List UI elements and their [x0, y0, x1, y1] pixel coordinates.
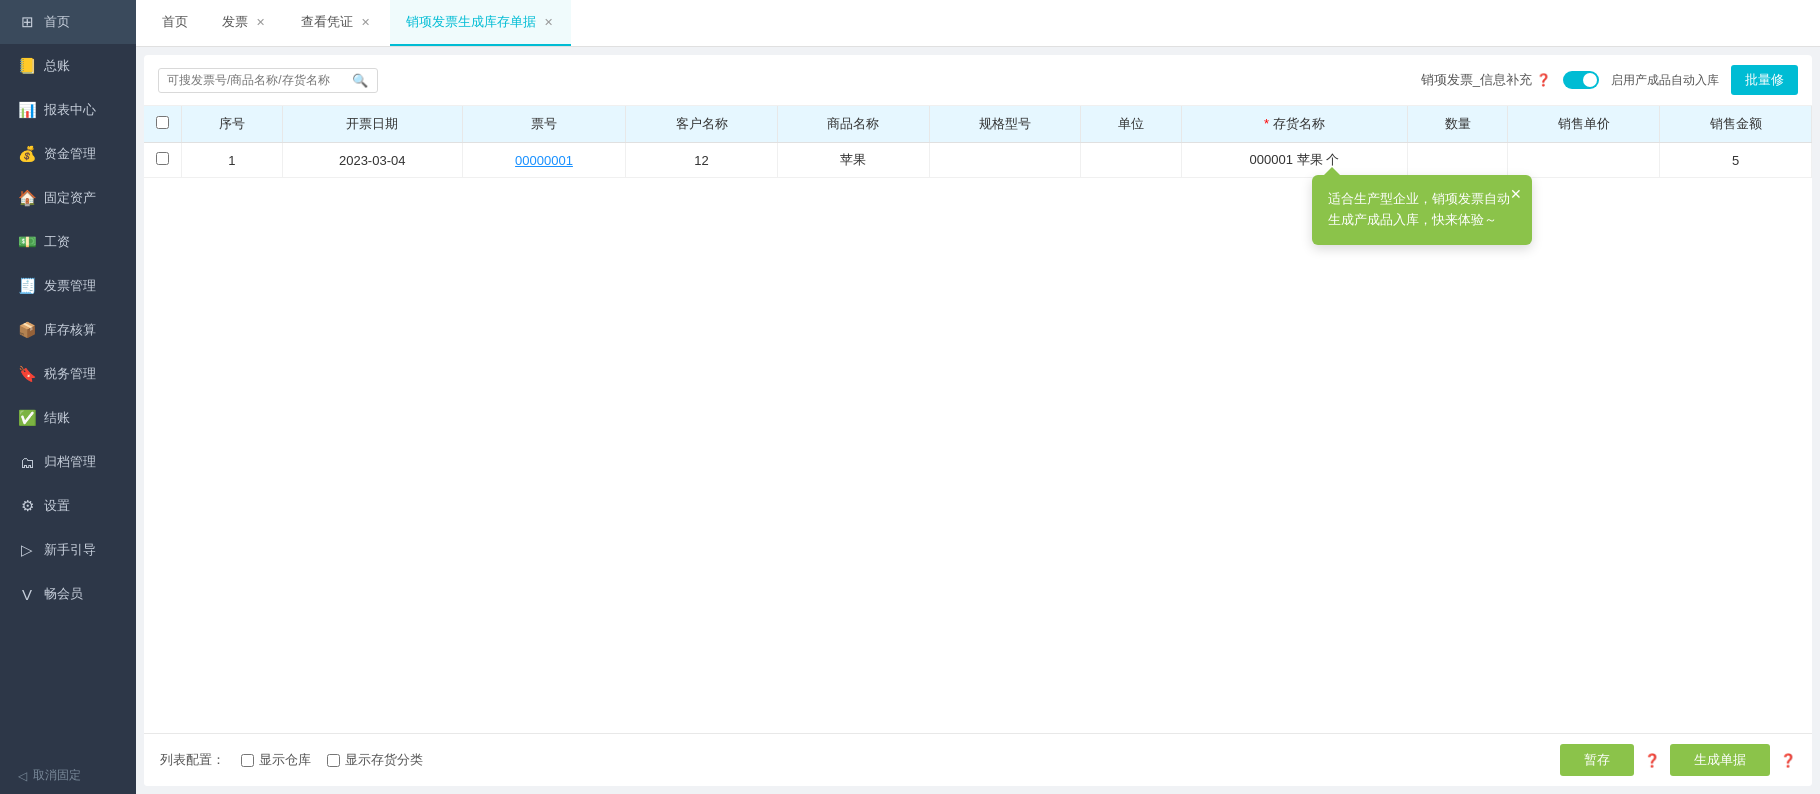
toolbar-right: 销项发票_信息补充 ❓ 启用产成品自动入库 批量修 — [1421, 65, 1798, 95]
config-label: 列表配置： — [160, 751, 225, 769]
row-open-date: 2023-03-04 — [282, 143, 462, 178]
tooltip-text: 适合生产型企业，销项发票自动生成产成品入库，快来体验～ — [1328, 191, 1510, 227]
col-spec: 规格型号 — [929, 106, 1081, 143]
sidebar-item-invoice[interactable]: 🧾 发票管理 — [0, 264, 136, 308]
sidebar-item-close[interactable]: ✅ 结账 — [0, 396, 136, 440]
archive-icon: 🗂 — [18, 454, 36, 471]
tooltip-popup: ✕ 适合生产型企业，销项发票自动生成产成品入库，快来体验～ — [1312, 175, 1532, 245]
toggle-label: 启用产成品自动入库 — [1611, 72, 1719, 89]
content-area: 🔍 销项发票_信息补充 ❓ 启用产成品自动入库 批量修 — [144, 55, 1812, 786]
col-quantity: 数量 — [1407, 106, 1508, 143]
col-customer: 客户名称 — [626, 106, 778, 143]
tab-home[interactable]: 首页 — [146, 0, 204, 46]
sidebar-item-inventory[interactable]: 📦 库存核算 — [0, 308, 136, 352]
search-box[interactable]: 🔍 — [158, 68, 378, 93]
ledger-icon: 📒 — [18, 57, 36, 75]
table-header-row: 序号 开票日期 票号 客户名称 商品名称 规格型号 单位 存货名称 数量 销售单… — [144, 106, 1812, 143]
show-category-checkbox[interactable] — [327, 754, 340, 767]
close-accounts-icon: ✅ — [18, 409, 36, 427]
info-help-icon[interactable]: ❓ — [1536, 73, 1551, 87]
table-body: 1 2023-03-04 00000001 12 苹果 000001 苹果 个 … — [144, 143, 1812, 178]
tab-active-close[interactable]: ✕ — [542, 15, 555, 30]
ticket-no-link[interactable]: 00000001 — [515, 153, 573, 168]
col-ticket-no: 票号 — [462, 106, 625, 143]
sidebar-item-fund[interactable]: 💰 资金管理 — [0, 132, 136, 176]
tab-active[interactable]: 销项发票生成库存单据 ✕ — [390, 0, 571, 46]
tab-invoice-close[interactable]: ✕ — [254, 15, 267, 30]
header-checkbox-col — [144, 106, 182, 143]
generate-button[interactable]: 生成单据 — [1670, 744, 1770, 776]
col-unit: 单位 — [1081, 106, 1182, 143]
row-amount: 5 — [1660, 143, 1812, 178]
tab-bar: 首页 发票 ✕ 查看凭证 ✕ 销项发票生成库存单据 ✕ — [136, 0, 1820, 47]
home-icon: ⊞ — [18, 13, 36, 31]
sidebar-item-payroll[interactable]: 💵 工资 — [0, 220, 136, 264]
inventory-icon: 📦 — [18, 321, 36, 339]
member-icon: V — [18, 586, 36, 603]
save-button[interactable]: 暂存 — [1560, 744, 1634, 776]
tooltip-close-button[interactable]: ✕ — [1510, 183, 1522, 205]
row-unit-price — [1508, 143, 1660, 178]
unpin-button[interactable]: ◁ 取消固定 — [0, 757, 136, 794]
sidebar-item-settings[interactable]: ⚙ 设置 — [0, 484, 136, 528]
select-all-checkbox[interactable] — [156, 116, 169, 129]
sidebar-item-tax[interactable]: 🔖 税务管理 — [0, 352, 136, 396]
show-warehouse-checkbox[interactable] — [241, 754, 254, 767]
row-inventory: 000001 苹果 个 — [1181, 143, 1407, 178]
sidebar: ⊞ 首页 📒 总账 📊 报表中心 💰 资金管理 🏠 固定资产 💵 工资 🧾 发票… — [0, 0, 136, 794]
tab-invoice[interactable]: 发票 ✕ — [206, 0, 283, 46]
row-customer: 12 — [626, 143, 778, 178]
generate-help-icon[interactable]: ❓ — [1780, 753, 1796, 768]
col-inventory: 存货名称 — [1181, 106, 1407, 143]
row-checkbox-cell — [144, 143, 182, 178]
tab-voucher[interactable]: 查看凭证 ✕ — [285, 0, 388, 46]
report-icon: 📊 — [18, 101, 36, 119]
main-area: 首页 发票 ✕ 查看凭证 ✕ 销项发票生成库存单据 ✕ 🔍 销项发票_信息补充 — [136, 0, 1820, 794]
payroll-icon: 💵 — [18, 233, 36, 251]
row-seq: 1 — [182, 143, 283, 178]
row-quantity — [1407, 143, 1508, 178]
table-container: 序号 开票日期 票号 客户名称 商品名称 规格型号 单位 存货名称 数量 销售单… — [144, 106, 1812, 733]
sidebar-item-home[interactable]: ⊞ 首页 — [0, 0, 136, 44]
col-unit-price: 销售单价 — [1508, 106, 1660, 143]
tax-icon: 🔖 — [18, 365, 36, 383]
row-product: 苹果 — [777, 143, 929, 178]
row-unit — [1081, 143, 1182, 178]
unpin-icon: ◁ — [18, 769, 27, 783]
col-seq: 序号 — [182, 106, 283, 143]
footer-buttons: 暂存 ❓ 生成单据 ❓ — [1560, 744, 1796, 776]
save-help-icon[interactable]: ❓ — [1644, 753, 1660, 768]
guide-icon: ▷ — [18, 541, 36, 559]
sidebar-item-guide[interactable]: ▷ 新手引导 — [0, 528, 136, 572]
auto-warehouse-toggle[interactable] — [1563, 71, 1599, 89]
search-icon[interactable]: 🔍 — [352, 73, 368, 88]
footer: 列表配置： 显示仓库 显示存货分类 暂存 ❓ 生成单据 ❓ — [144, 733, 1812, 786]
show-category-checkbox-label[interactable]: 显示存货分类 — [327, 751, 423, 769]
asset-icon: 🏠 — [18, 189, 36, 207]
info-label: 销项发票_信息补充 ❓ — [1421, 71, 1551, 89]
col-product: 商品名称 — [777, 106, 929, 143]
sidebar-item-member[interactable]: V 畅会员 — [0, 572, 136, 616]
tab-voucher-close[interactable]: ✕ — [359, 15, 372, 30]
fund-icon: 💰 — [18, 145, 36, 163]
table-row: 1 2023-03-04 00000001 12 苹果 000001 苹果 个 … — [144, 143, 1812, 178]
search-input[interactable] — [167, 73, 347, 87]
row-checkbox[interactable] — [156, 152, 169, 165]
row-ticket-no: 00000001 — [462, 143, 625, 178]
sidebar-item-ledger[interactable]: 📒 总账 — [0, 44, 136, 88]
sidebar-item-report[interactable]: 📊 报表中心 — [0, 88, 136, 132]
col-open-date: 开票日期 — [282, 106, 462, 143]
toolbar: 🔍 销项发票_信息补充 ❓ 启用产成品自动入库 批量修 — [144, 55, 1812, 106]
sidebar-item-archive[interactable]: 🗂 归档管理 — [0, 440, 136, 484]
show-warehouse-checkbox-label[interactable]: 显示仓库 — [241, 751, 311, 769]
row-spec — [929, 143, 1081, 178]
sidebar-item-asset[interactable]: 🏠 固定资产 — [0, 176, 136, 220]
invoice-icon: 🧾 — [18, 277, 36, 295]
col-amount: 销售金额 — [1660, 106, 1812, 143]
data-table: 序号 开票日期 票号 客户名称 商品名称 规格型号 单位 存货名称 数量 销售单… — [144, 106, 1812, 178]
settings-icon: ⚙ — [18, 497, 36, 515]
batch-button[interactable]: 批量修 — [1731, 65, 1798, 95]
